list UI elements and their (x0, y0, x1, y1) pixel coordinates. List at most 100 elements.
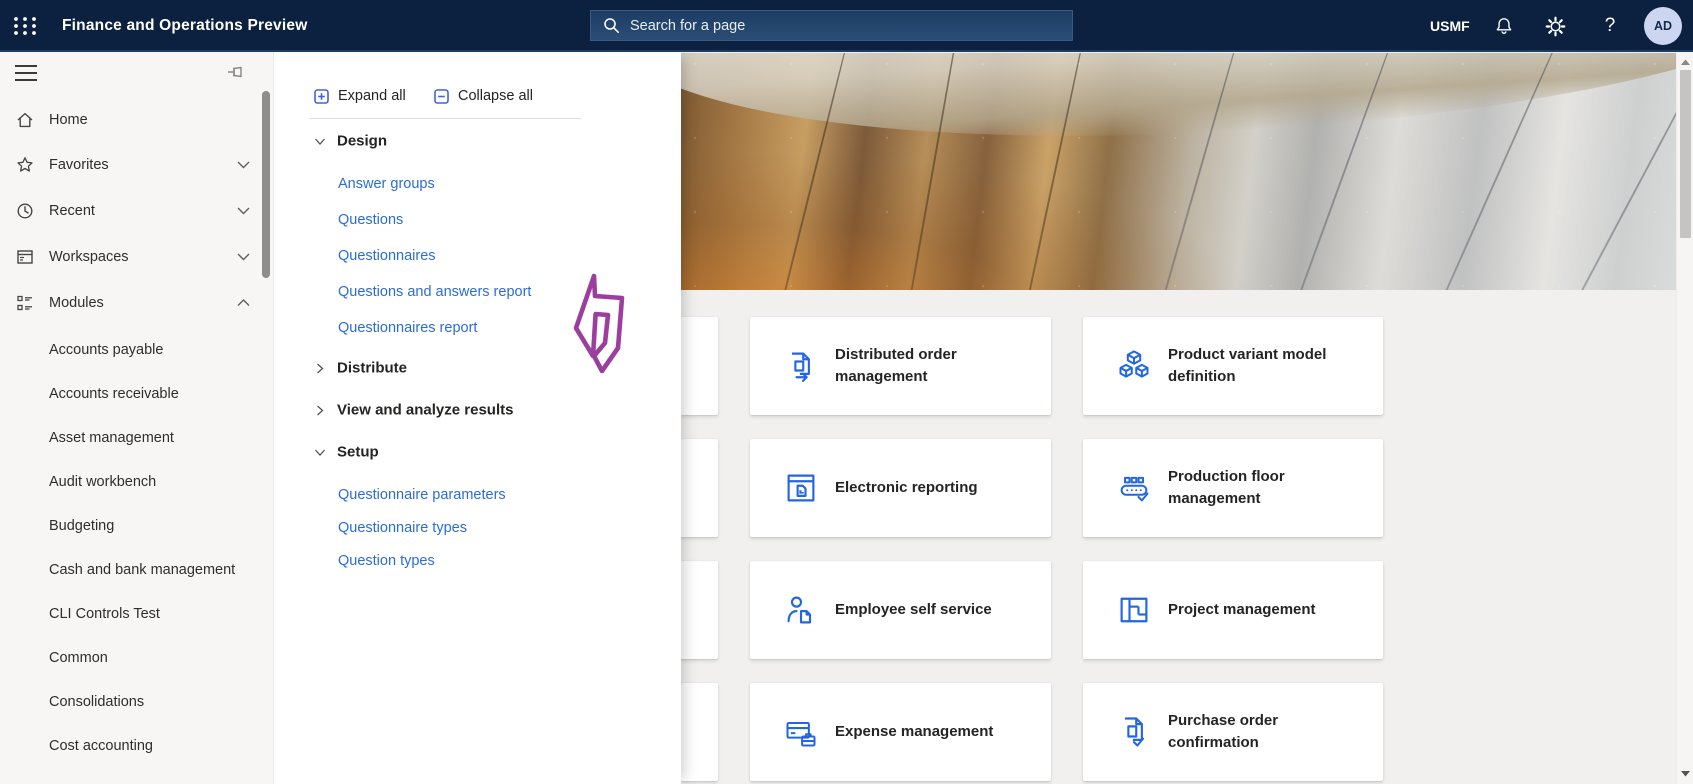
document-transfer-icon (791, 352, 810, 382)
link-questionnaires-report[interactable]: Questionnaires report (338, 320, 477, 336)
sidebar-scrollbar-thumb[interactable] (262, 91, 270, 278)
tile-distributed-order-management[interactable]: Distributed order management (750, 317, 1051, 415)
clock-icon (17, 203, 33, 219)
modules-list-icon (17, 295, 32, 311)
sidebar-item-label: Recent (49, 203, 95, 219)
user-avatar[interactable]: AD (1644, 7, 1682, 45)
section-setup[interactable]: Setup (314, 444, 379, 461)
collapse-all-button[interactable]: Collapse all (434, 84, 533, 108)
tile-expense-management[interactable]: Expense management (750, 683, 1051, 781)
app-launcher-grid-icon[interactable] (12, 13, 38, 39)
project-board-icon (1120, 597, 1148, 623)
report-window-icon (787, 474, 815, 502)
gear-icon (1545, 16, 1565, 36)
module-item-cost-accounting[interactable]: Cost accounting (0, 730, 273, 762)
app-title: Finance and Operations Preview (62, 17, 308, 34)
scroll-down-arrow[interactable] (1680, 768, 1691, 779)
tile-production-floor-management[interactable]: Production floor management (1083, 439, 1383, 537)
tile-purchase-order-confirmation[interactable]: Purchase order confirmation (1083, 683, 1383, 781)
sidebar-item-label: Modules (49, 295, 104, 311)
chevron-down-icon (315, 449, 325, 456)
sidebar-item-recent[interactable]: Recent (0, 194, 273, 228)
sidebar-item-modules[interactable]: Modules (0, 286, 273, 320)
top-navigation-bar: Finance and Operations Preview USMF (0, 0, 1693, 52)
sidebar-item-favorites[interactable]: Favorites (0, 148, 273, 182)
tile-product-variant-model-definition[interactable]: Product variant model definition (1083, 317, 1383, 415)
dashboard-content: Distributed order management Product var… (681, 52, 1676, 784)
company-selector[interactable]: USMF (1430, 0, 1470, 52)
chevron-down-icon (237, 253, 250, 261)
pin-sidebar-icon[interactable] (227, 65, 247, 79)
collapse-all-label: Collapse all (458, 88, 533, 104)
tile-partially-hidden[interactable] (681, 683, 718, 781)
chevron-right-icon (317, 363, 324, 373)
section-view-and-analyze-results[interactable]: View and analyze results (314, 402, 513, 419)
module-flyout-panel: Expand all Collapse all Design Answer gr… (273, 52, 681, 784)
tile-electronic-reporting[interactable]: Electronic reporting (750, 439, 1051, 537)
module-item-accounts-receivable[interactable]: Accounts receivable (0, 378, 273, 410)
link-questions[interactable]: Questions (338, 212, 403, 228)
chevron-right-icon (317, 405, 324, 415)
scrollbar-thumb[interactable] (1680, 70, 1691, 238)
module-item-budgeting[interactable]: Budgeting (0, 510, 273, 542)
section-design[interactable]: Design (314, 133, 387, 150)
tile-partially-hidden[interactable] (681, 317, 718, 415)
tile-label: Employee self service (835, 601, 992, 619)
document-check-icon (1124, 717, 1145, 747)
workspaces-icon (17, 250, 33, 264)
expand-all-button[interactable]: Expand all (314, 84, 406, 108)
search-icon (604, 18, 619, 33)
link-answer-groups[interactable]: Answer groups (338, 176, 435, 192)
app-window: Finance and Operations Preview USMF (0, 0, 1693, 784)
hamburger-menu-icon[interactable] (15, 62, 39, 82)
chevron-down-icon (237, 161, 250, 169)
page-search-box[interactable] (590, 10, 1073, 41)
module-item-asset-management[interactable]: Asset management (0, 422, 273, 454)
home-icon (17, 112, 33, 128)
module-item-consolidations[interactable]: Consolidations (0, 686, 273, 718)
module-item-accounts-payable[interactable]: Accounts payable (0, 334, 273, 366)
content-scrollbar[interactable] (1676, 52, 1693, 784)
chevron-down-icon (315, 138, 325, 145)
settings-button[interactable] (1539, 0, 1571, 52)
link-questionnaires[interactable]: Questionnaires (338, 248, 436, 264)
link-questions-and-answers-report[interactable]: Questions and answers report (338, 284, 531, 300)
banner-image (681, 53, 1676, 290)
expand-all-icon (314, 88, 329, 104)
sidebar-item-workspaces[interactable]: Workspaces (0, 240, 273, 274)
navigation-sidebar: Home Favorites Recent Workspaces Modules… (0, 52, 273, 784)
sidebar-item-home[interactable]: Home (0, 103, 273, 137)
sidebar-item-label: Home (49, 112, 88, 128)
module-item-cli-controls-test[interactable]: CLI Controls Test (0, 598, 273, 630)
search-input[interactable] (630, 17, 1030, 34)
credit-card-case-icon (786, 721, 816, 747)
annotation-arrow (573, 273, 625, 374)
chevron-down-icon (237, 207, 250, 215)
tile-label: Production floor management (1168, 468, 1285, 507)
link-questionnaire-types[interactable]: Questionnaire types (338, 520, 467, 536)
collapse-all-icon (434, 88, 449, 104)
tile-label: Distributed order management (835, 346, 957, 385)
divider (309, 118, 581, 119)
cubes-icon (1119, 350, 1149, 378)
tile-project-management[interactable]: Project management (1083, 561, 1383, 659)
tile-employee-self-service[interactable]: Employee self service (750, 561, 1051, 659)
module-item-common[interactable]: Common (0, 642, 273, 674)
scroll-up-arrow[interactable] (1680, 57, 1691, 68)
tile-partially-hidden[interactable] (681, 561, 718, 659)
conveyor-check-icon (1120, 476, 1149, 502)
link-questionnaire-parameters[interactable]: Questionnaire parameters (338, 487, 506, 503)
module-item-cash-and-bank[interactable]: Cash and bank management (0, 554, 273, 586)
bell-icon (1496, 18, 1512, 34)
link-question-types[interactable]: Question types (338, 553, 435, 569)
tile-label: Product variant model definition (1168, 346, 1327, 385)
tile-label: Expense management (835, 723, 994, 741)
notifications-button[interactable] (1488, 0, 1520, 52)
sidebar-item-label: Workspaces (49, 249, 129, 265)
module-item-audit-workbench[interactable]: Audit workbench (0, 466, 273, 498)
chevron-up-icon (237, 299, 250, 306)
tile-partially-hidden[interactable] (681, 439, 718, 537)
tile-label: Project management (1168, 601, 1316, 619)
section-distribute[interactable]: Distribute (314, 360, 407, 377)
help-button[interactable]: ? (1594, 0, 1626, 52)
